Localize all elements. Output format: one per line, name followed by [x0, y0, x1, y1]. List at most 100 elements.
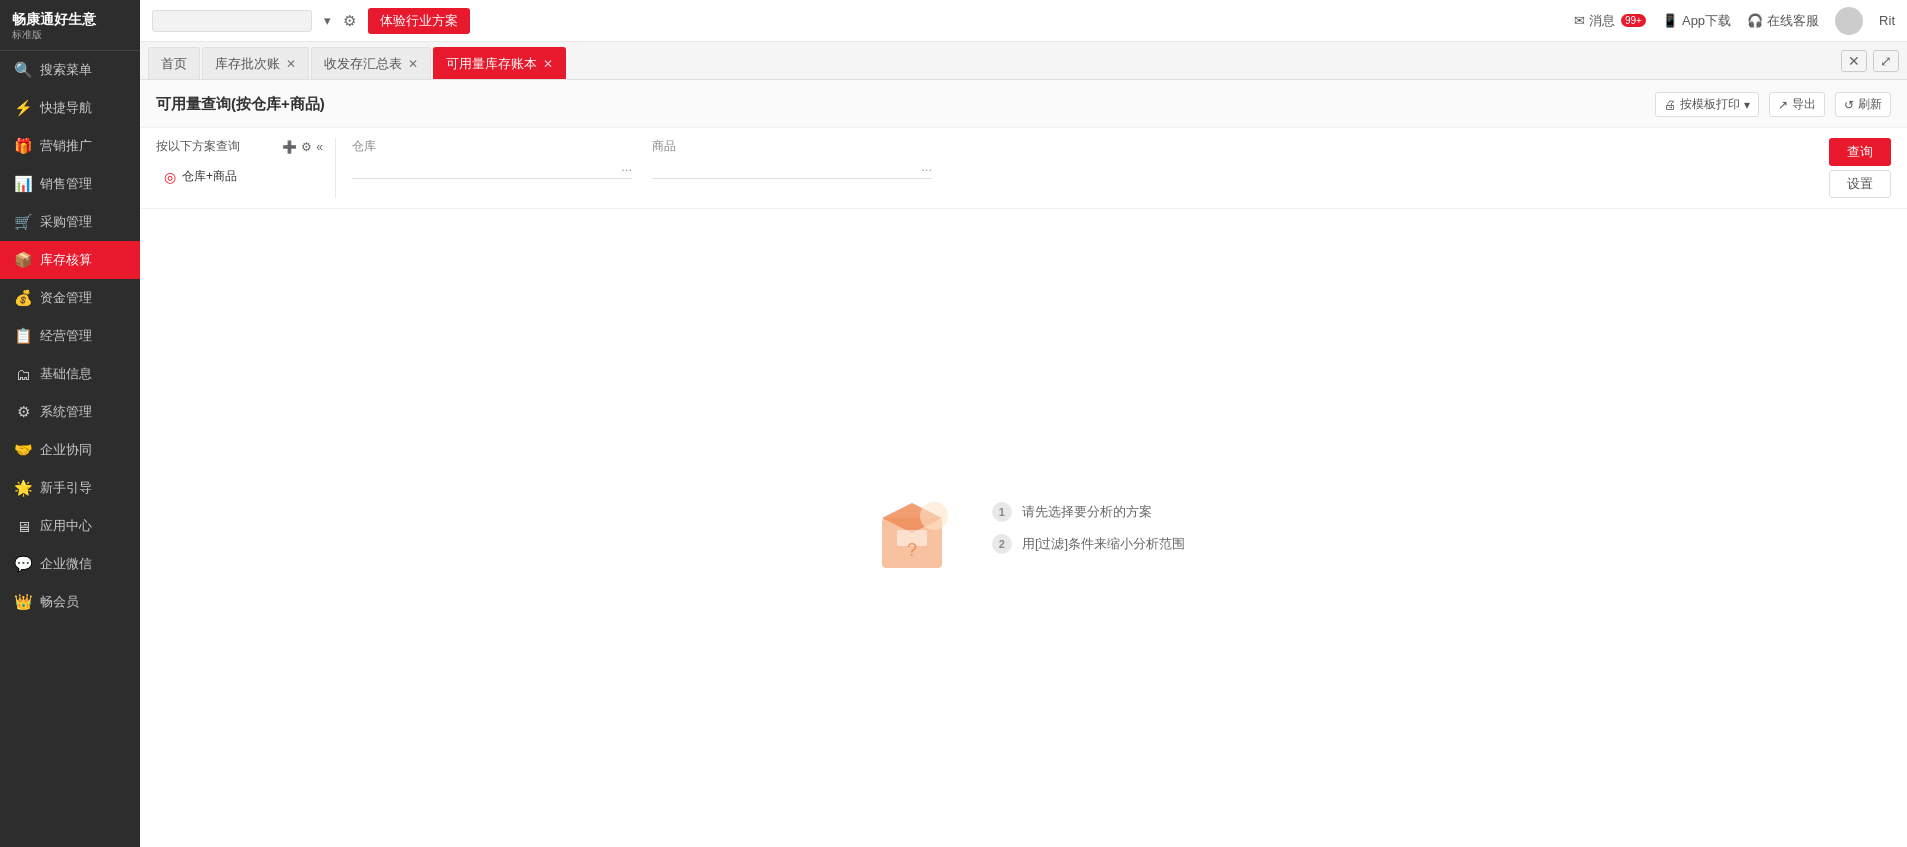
print-btn[interactable]: 🖨 按模板打印 ▾ [1655, 92, 1759, 117]
scheme-item-label: 仓库+商品 [182, 168, 237, 185]
collapse-btn[interactable]: « [316, 140, 323, 154]
industry-btn[interactable]: 体验行业方案 [368, 8, 470, 34]
query-btn[interactable]: 查询 [1829, 138, 1891, 166]
empty-hint-1: 1 请先选择要分析的方案 [992, 502, 1185, 522]
add-scheme-btn[interactable]: ➕ [282, 140, 297, 154]
warehouse-input[interactable] [352, 159, 615, 174]
product-more-btn[interactable]: ... [921, 159, 932, 174]
topbar: ▾ ⚙ 体验行业方案 ✉ 消息 99+ 📱 App下载 🎧 在线客服 Rit [140, 0, 1907, 42]
sidebar-item-marketing[interactable]: 🎁营销推广 [0, 127, 140, 165]
tab-close-available-inventory[interactable]: ✕ [543, 57, 553, 71]
tab-label-batch-account: 库存批次账 [215, 55, 280, 73]
sidebar-label-member: 畅会员 [40, 593, 79, 611]
export-icon: ↗ [1778, 98, 1788, 112]
tab-batch-account[interactable]: 库存批次账 ✕ [202, 47, 309, 79]
avatar[interactable] [1835, 7, 1863, 35]
sidebar-item-operations[interactable]: 📋经营管理 [0, 317, 140, 355]
dropdown-btn[interactable]: ▾ [320, 13, 335, 28]
sidebar-scroll: 🔍搜索菜单 ⚡ 快捷导航 🎁营销推广📊销售管理 🛒 采购管理 📦 库存核算 💰 资金管理 📋经营管理… [0, 51, 140, 847]
tab-close-inventory-summary[interactable]: ✕ [408, 57, 418, 71]
tab-label-inventory-summary: 收发存汇总表 [324, 55, 402, 73]
sidebar-icon-shortcut: ⚡ [14, 99, 32, 117]
sidebar-icon-system: ⚙ [14, 403, 32, 421]
tab-close-batch-account[interactable]: ✕ [286, 57, 296, 71]
sidebar-label-operations: 经营管理 [40, 327, 92, 345]
warehouse-more-btn[interactable]: ... [621, 159, 632, 174]
message-icon: ✉ [1574, 13, 1585, 28]
filter-action-buttons: 查询 设置 [1813, 138, 1891, 198]
empty-box-icon: ? [862, 478, 962, 578]
product-field: 商品 ... [652, 138, 932, 179]
filter-settings-btn[interactable]: 设置 [1829, 170, 1891, 198]
gear-btn[interactable]: ⚙ [343, 12, 356, 30]
sidebar-item-sales[interactable]: 📊销售管理 [0, 165, 140, 203]
sidebar-label-shortcut: 快捷导航 [40, 99, 92, 117]
hint-num-1: 1 [992, 502, 1012, 522]
sidebar-icon-purchase: 🛒 [14, 213, 32, 231]
tab-label-available-inventory: 可用量库存账本 [446, 55, 537, 73]
sidebar-item-appcenter[interactable]: 🖥 应用中心 [0, 507, 140, 545]
scheme-item-warehouse[interactable]: ◎ 仓库+商品 [156, 163, 323, 190]
app-download-btn[interactable]: 📱 App下载 [1662, 12, 1731, 30]
svg-point-3 [920, 502, 948, 530]
page-header: 可用量查询(按仓库+商品) 🖨 按模板打印 ▾ ↗ 导出 ↺ 刷新 [140, 80, 1907, 128]
tab-home[interactable]: 首页 [148, 47, 200, 79]
sidebar-item-enterprise[interactable]: 🤝企业协同 [0, 431, 140, 469]
warehouse-field: 仓库 ... [352, 138, 632, 179]
product-input[interactable] [652, 159, 915, 174]
filter-right-panel: 仓库 ... 商品 ... 查询 设置 [336, 138, 1891, 198]
filter-area: 按以下方案查询 ➕ ⚙ « ◎ 仓库+商品 仓库 [140, 128, 1907, 209]
print-dropdown-icon: ▾ [1744, 98, 1750, 112]
sidebar-label-marketing: 营销推广 [40, 137, 92, 155]
topbar-right: ✉ 消息 99+ 📱 App下载 🎧 在线客服 Rit [1574, 7, 1895, 35]
sidebar-item-member[interactable]: 👑畅会员 [0, 583, 140, 621]
sidebar-icon-enterprise: 🤝 [14, 441, 32, 459]
sidebar-icon-finance: 💰 [14, 289, 32, 307]
empty-state: ? 1 请先选择要分析的方案 2 用[过滤]条件来缩小分析范围 [140, 209, 1907, 847]
product-input-wrapper: ... [652, 159, 932, 179]
sidebar-item-guide[interactable]: 🌟 新手引导 [0, 469, 140, 507]
sidebar-item-purchase[interactable]: 🛒 采购管理 [0, 203, 140, 241]
hint-text-2: 用[过滤]条件来缩小分析范围 [1022, 535, 1185, 553]
sidebar-item-shortcut[interactable]: ⚡ 快捷导航 [0, 89, 140, 127]
refresh-btn[interactable]: ↺ 刷新 [1835, 92, 1891, 117]
settings-scheme-btn[interactable]: ⚙ [301, 140, 312, 154]
logo-title: 畅康通好生意 [12, 10, 128, 28]
sidebar-label-appcenter: 应用中心 [40, 517, 92, 535]
sidebar-item-basic[interactable]: 🗂基础信息 [0, 355, 140, 393]
tab-inventory-summary[interactable]: 收发存汇总表 ✕ [311, 47, 431, 79]
warehouse-input-wrapper: ... [352, 159, 632, 179]
tabs-bar: 首页库存批次账 ✕ 收发存汇总表 ✕ 可用量库存账本 ✕ ✕ ⤢ [140, 42, 1907, 80]
sidebar-item-system[interactable]: ⚙系统管理 [0, 393, 140, 431]
sidebar-icon-guide: 🌟 [14, 479, 32, 497]
sidebar-label-inventory: 库存核算 [40, 251, 92, 269]
message-btn[interactable]: ✉ 消息 99+ [1574, 12, 1646, 30]
scheme-icon: ◎ [164, 169, 176, 185]
sidebar-label-purchase: 采购管理 [40, 213, 92, 231]
product-label: 商品 [652, 138, 932, 155]
svg-text:?: ? [907, 540, 917, 560]
sidebar-label-finance: 资金管理 [40, 289, 92, 307]
empty-state-inner: ? 1 请先选择要分析的方案 2 用[过滤]条件来缩小分析范围 [862, 478, 1185, 578]
sidebar-item-search[interactable]: 🔍搜索菜单 [0, 51, 140, 89]
tab-available-inventory[interactable]: 可用量库存账本 ✕ [433, 47, 566, 79]
expand-btn[interactable]: ⤢ [1873, 50, 1899, 72]
message-badge: 99+ [1621, 14, 1646, 27]
sidebar-logo: 畅康通好生意 标准版 [0, 0, 140, 51]
sidebar-icon-inventory: 📦 [14, 251, 32, 269]
sidebar-item-finance[interactable]: 💰 资金管理 [0, 279, 140, 317]
refresh-icon: ↺ [1844, 98, 1854, 112]
export-btn[interactable]: ↗ 导出 [1769, 92, 1825, 117]
close-tab-btn[interactable]: ✕ [1841, 50, 1867, 72]
search-input[interactable] [152, 10, 312, 32]
hint-text-1: 请先选择要分析的方案 [1022, 503, 1152, 521]
online-service-btn[interactable]: 🎧 在线客服 [1747, 12, 1819, 30]
sidebar-item-wechat[interactable]: 💬企业微信 [0, 545, 140, 583]
user-name: Rit [1879, 13, 1895, 28]
sidebar-item-inventory[interactable]: 📦 库存核算 [0, 241, 140, 279]
empty-hint-2: 2 用[过滤]条件来缩小分析范围 [992, 534, 1185, 554]
sidebar-label-sales: 销售管理 [40, 175, 92, 193]
hint-num-2: 2 [992, 534, 1012, 554]
sidebar-label-guide: 新手引导 [40, 479, 92, 497]
sidebar-icon-appcenter: 🖥 [14, 518, 32, 535]
